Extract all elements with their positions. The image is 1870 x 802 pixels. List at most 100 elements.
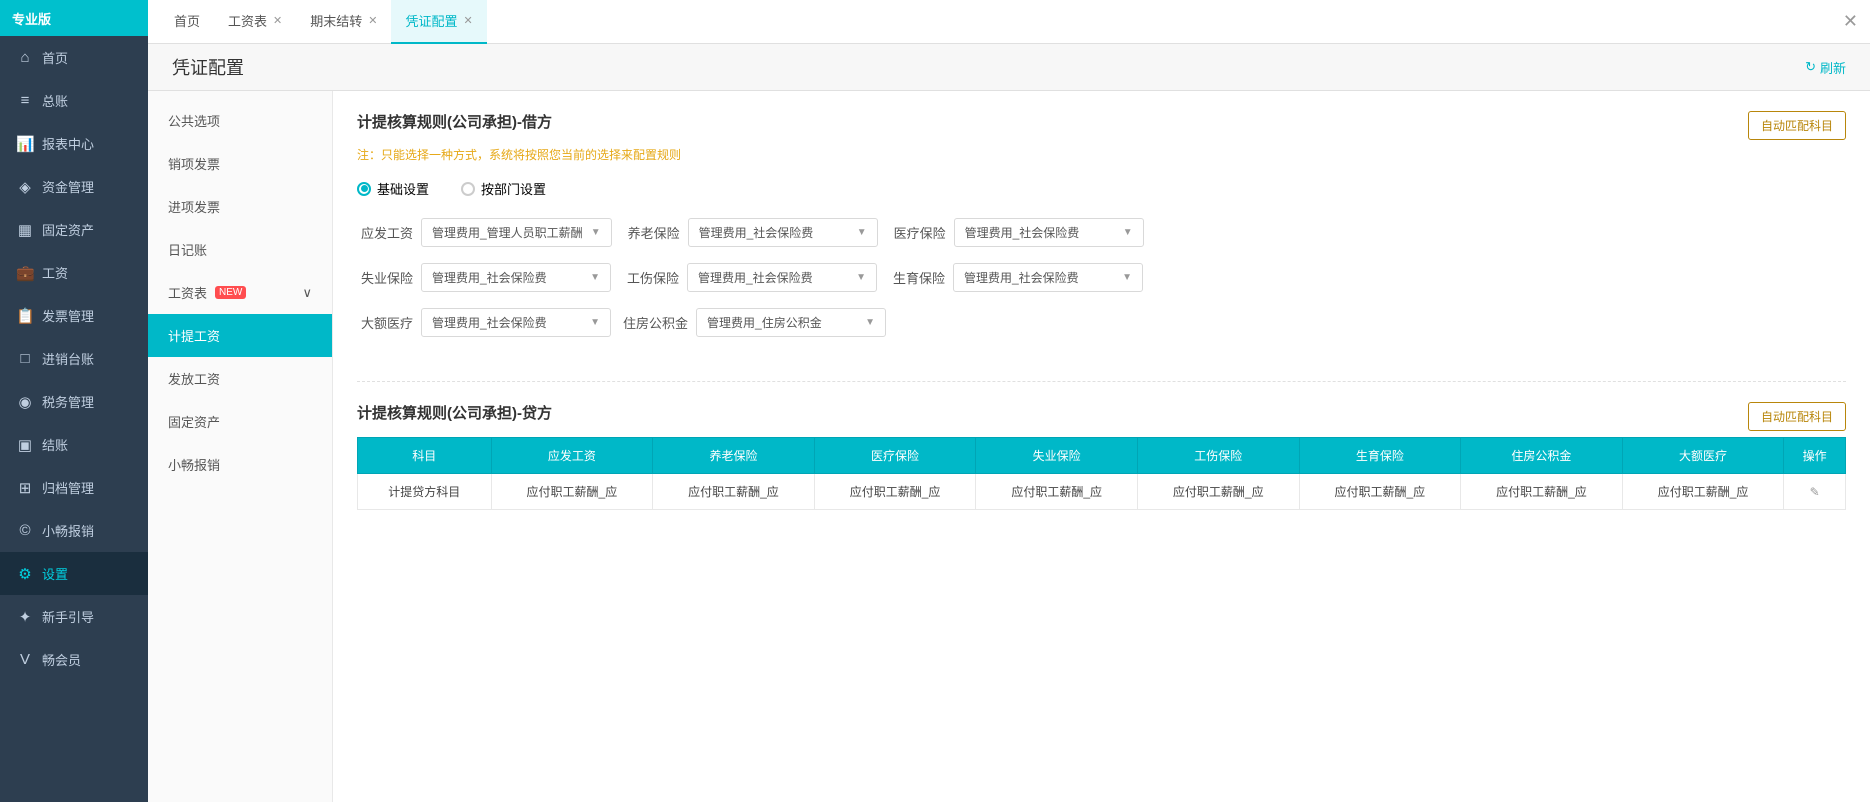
radio-basic-label: 基础设置 (377, 179, 429, 198)
page-title: 凭证配置 (172, 54, 244, 80)
form-row-3: 大额医疗 管理费用_社会保险费 ▼ 住房公积金 管理费用_住房公积金 ▼ (357, 308, 1846, 337)
left-menu-sales-invoice[interactable]: 销项发票 (148, 142, 332, 185)
field-label: 工伤保险 (623, 268, 679, 287)
debit-section-title: 计提核算规则(公司承担)-借方 (357, 111, 1846, 132)
sidebar-item-guide[interactable]: ✦ 新手引导 (0, 595, 148, 638)
sidebar-item-fund[interactable]: ◈ 资金管理 (0, 165, 148, 208)
sidebar-item-tax[interactable]: ◉ 税务管理 (0, 380, 148, 423)
sidebar-item-home[interactable]: ⌂ 首页 (0, 36, 148, 79)
yiliao-select[interactable]: 管理费用_社会保险费 ▼ (954, 218, 1144, 247)
tab-period-close[interactable]: 期末结转 ✕ (296, 0, 391, 44)
gjj-select[interactable]: 管理费用_住房公积金 ▼ (696, 308, 886, 337)
left-menu-public[interactable]: 公共选项 (148, 99, 332, 142)
radio-group: 基础设置 按部门设置 (357, 179, 1846, 198)
th-subject: 科目 (358, 438, 492, 474)
chevron-down-icon: ▼ (865, 317, 875, 328)
credit-table: 科目 应发工资 养老保险 医疗保险 失业保险 工伤保险 生育保险 住房公积金 大… (357, 437, 1846, 510)
th-yingfa: 应发工资 (491, 438, 653, 474)
edit-icon[interactable]: ✎ (1810, 485, 1820, 499)
chevron-down-icon: ▼ (1122, 272, 1132, 283)
close-all-button[interactable]: ✕ (1843, 11, 1858, 32)
page-header: 凭证配置 ↻ 刷新 (148, 44, 1870, 91)
refresh-button[interactable]: ↻ 刷新 (1805, 58, 1846, 77)
tab-home[interactable]: 首页 (160, 0, 214, 44)
shiye-select[interactable]: 管理费用_社会保险费 ▼ (421, 263, 611, 292)
td-gjj: 应付职工薪酬_应 (1461, 474, 1623, 510)
left-menu-pay-salary[interactable]: 发放工资 (148, 357, 332, 400)
refresh-icon: ↻ (1805, 59, 1816, 75)
invoice-icon: 📋 (16, 307, 34, 325)
tab-salary-table[interactable]: 工资表 ✕ (214, 0, 296, 44)
field-dae-yiliao: 大额医疗 管理费用_社会保险费 ▼ (357, 308, 611, 337)
radio-basic[interactable]: 基础设置 (357, 179, 429, 198)
tab-period-close-close[interactable]: ✕ (368, 14, 377, 27)
sidebar-item-assets[interactable]: ▦ 固定资产 (0, 208, 148, 251)
debit-section: 自动匹配科目 计提核算规则(公司承担)-借方 注：只能选择一种方式，系统将按照您… (357, 111, 1846, 353)
sidebar-item-member[interactable]: V 畅会员 (0, 638, 148, 681)
gongshang-select[interactable]: 管理费用_社会保险费 ▼ (687, 263, 877, 292)
sidebar-item-archive[interactable]: ⊞ 归档管理 (0, 466, 148, 509)
th-yanglao: 养老保险 (653, 438, 815, 474)
yanglao-select[interactable]: 管理费用_社会保险费 ▼ (688, 218, 878, 247)
th-shengyu: 生育保险 (1299, 438, 1461, 474)
credit-section-title: 计提核算规则(公司承担)-贷方 (357, 402, 1846, 423)
sidebar-item-label: 资金管理 (42, 177, 94, 196)
tab-salary-table-label: 工资表 (228, 11, 267, 30)
app-logo: 专业版 (0, 0, 148, 36)
left-menu-fixed-assets[interactable]: 固定资产 (148, 400, 332, 443)
left-menu-expense[interactable]: 小畅报销 (148, 443, 332, 486)
chevron-down-icon: ▼ (857, 227, 867, 238)
chevron-down-icon: ▼ (590, 272, 600, 283)
th-shiye: 失业保险 (976, 438, 1138, 474)
tab-voucher-config-close[interactable]: ✕ (464, 14, 473, 27)
settings-icon: ⚙ (16, 565, 34, 583)
tab-voucher-config-label: 凭证配置 (405, 11, 457, 30)
form-row-1: 应发工资 管理费用_管理人员职工薪酬 ▼ 养老保险 管理费用_社会保险费 ▼ (357, 218, 1846, 247)
new-badge: NEW (215, 286, 246, 299)
sidebar-item-settings[interactable]: ⚙ 设置 (0, 552, 148, 595)
sidebar-item-label: 税务管理 (42, 392, 94, 411)
field-shengyu: 生育保险 管理费用_社会保险费 ▼ (889, 263, 1143, 292)
field-label: 住房公积金 (623, 313, 688, 332)
yingfa-select[interactable]: 管理费用_管理人员职工薪酬 ▼ (421, 218, 612, 247)
td-subject: 计提贷方科目 (358, 474, 492, 510)
td-yanglao: 应付职工薪酬_应 (653, 474, 815, 510)
auto-match-debit-button[interactable]: 自动匹配科目 (1748, 111, 1846, 140)
select-value: 管理费用_社会保险费 (698, 269, 813, 286)
tab-period-close-label: 期末结转 (310, 11, 362, 30)
left-menu-calc-salary[interactable]: 计提工资 (148, 314, 332, 357)
th-action: 操作 (1784, 438, 1846, 474)
chevron-down-icon: ▼ (590, 317, 600, 328)
left-menu-journal[interactable]: 日记账 (148, 228, 332, 271)
sidebar-item-label: 总账 (42, 91, 68, 110)
sidebar-item-report[interactable]: 📊 报表中心 (0, 122, 148, 165)
field-label: 失业保险 (357, 268, 413, 287)
select-value: 管理费用_社会保险费 (432, 314, 547, 331)
tab-home-label: 首页 (174, 11, 200, 30)
section-divider (357, 381, 1846, 382)
dae-yiliao-select[interactable]: 管理费用_社会保险费 ▼ (421, 308, 611, 337)
field-label: 养老保险 (624, 223, 680, 242)
radio-dept[interactable]: 按部门设置 (461, 179, 546, 198)
sidebar: 专业版 ⌂ 首页 ≡ 总账 📊 报表中心 ◈ 资金管理 ▦ 固定资产 💼 工资 … (0, 0, 148, 802)
guide-icon: ✦ (16, 608, 34, 626)
tab-salary-table-close[interactable]: ✕ (273, 14, 282, 27)
left-menu-salary-table[interactable]: 工资表 NEW ∨ (148, 271, 332, 314)
sidebar-item-purchase[interactable]: □ 进销台账 (0, 337, 148, 380)
td-shiye: 应付职工薪酬_应 (976, 474, 1138, 510)
radio-dept-circle (461, 182, 475, 196)
assets-icon: ▦ (16, 221, 34, 239)
sidebar-item-close[interactable]: ▣ 结账 (0, 423, 148, 466)
th-gongshang: 工伤保险 (1137, 438, 1299, 474)
sidebar-item-invoice[interactable]: 📋 发票管理 (0, 294, 148, 337)
select-value: 管理费用_社会保险费 (699, 224, 814, 241)
left-menu-purchase-invoice[interactable]: 进项发票 (148, 185, 332, 228)
sidebar-item-ledger[interactable]: ≡ 总账 (0, 79, 148, 122)
tab-voucher-config[interactable]: 凭证配置 ✕ (391, 0, 486, 44)
refresh-label: 刷新 (1820, 58, 1846, 77)
sidebar-item-xcreport[interactable]: © 小畅报销 (0, 509, 148, 552)
table-row: 计提贷方科目 应付职工薪酬_应 应付职工薪酬_应 应付职工薪酬_应 应付职工薪酬… (358, 474, 1846, 510)
auto-match-credit-button[interactable]: 自动匹配科目 (1748, 402, 1846, 431)
shengyu-select[interactable]: 管理费用_社会保险费 ▼ (953, 263, 1143, 292)
sidebar-item-salary[interactable]: 💼 工资 (0, 251, 148, 294)
